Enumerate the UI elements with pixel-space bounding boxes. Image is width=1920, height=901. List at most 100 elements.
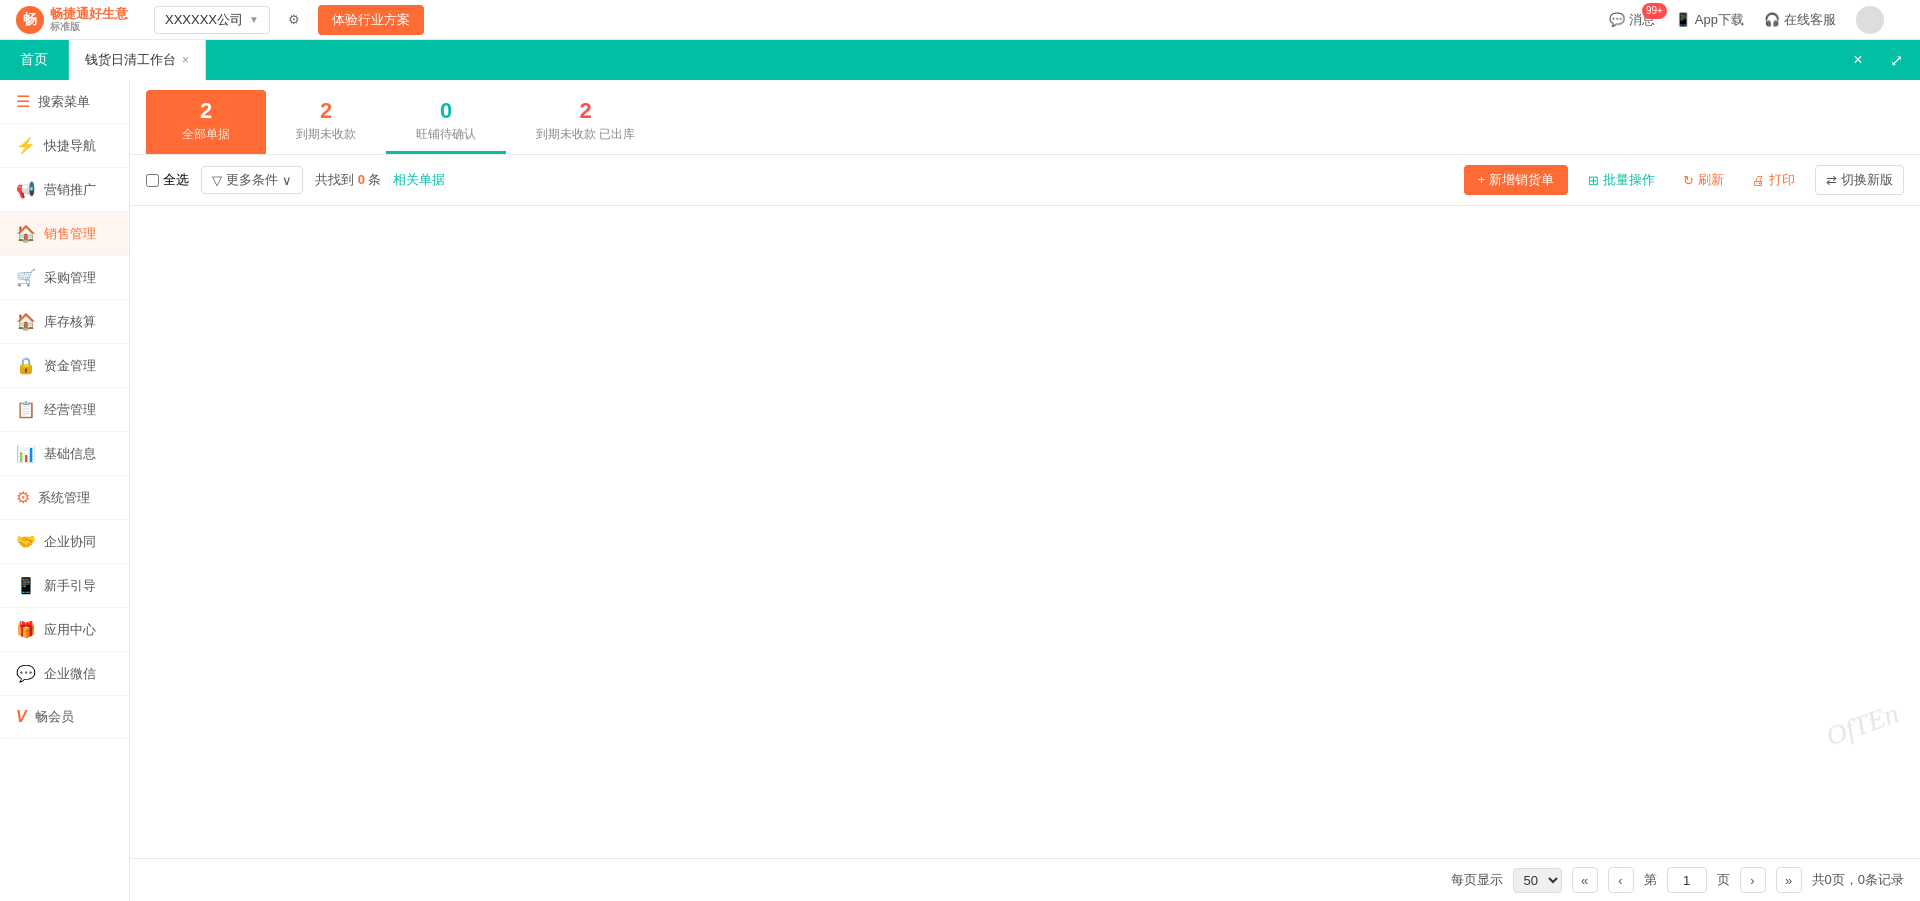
inventory-icon: 🏠 [16, 312, 36, 331]
logo-text: 畅捷通好生意 标准版 [50, 6, 128, 34]
next-page-button[interactable]: › [1740, 867, 1766, 893]
purchase-icon: 🛒 [16, 268, 36, 287]
sidebar-item-member[interactable]: V 畅会员 [0, 696, 129, 739]
sidebar-label-purchase: 采购管理 [44, 269, 96, 287]
table-area [130, 206, 1920, 858]
page-size-select[interactable]: 50 [1513, 868, 1562, 893]
operations-icon: 📋 [16, 400, 36, 419]
user-avatar[interactable] [1856, 6, 1884, 34]
page-size-label: 每页显示 [1451, 871, 1503, 889]
sidebar-item-wechat[interactable]: 💬 企业微信 [0, 652, 129, 696]
print-label: 打印 [1769, 171, 1795, 189]
app-label: App下载 [1695, 11, 1744, 29]
stat-label-all: 全部单据 [182, 126, 230, 143]
stat-label-overdue: 到期未收款 [296, 126, 356, 143]
page-number-input[interactable] [1667, 867, 1707, 893]
sidebar: ☰ 搜索菜单 ⚡ 快捷导航 📢 营销推广 🏠 销售管理 🛒 采购管理 🏠 库存核… [0, 80, 130, 901]
main-layout: ☰ 搜索菜单 ⚡ 快捷导航 📢 营销推广 🏠 销售管理 🛒 采购管理 🏠 库存核… [0, 80, 1920, 901]
app-download-button[interactable]: 📱 App下载 [1675, 11, 1744, 29]
experience-button[interactable]: 体验行业方案 [318, 5, 424, 35]
new-sale-button[interactable]: + 新增销货单 [1464, 165, 1568, 195]
tab-bar-controls: × ⤢ [1844, 46, 1920, 74]
company-dropdown-arrow: ▼ [249, 14, 259, 25]
refresh-button[interactable]: ↻ 刷新 [1675, 167, 1732, 193]
stat-tab-pending[interactable]: 0 旺铺待确认 [386, 90, 506, 154]
switch-new-version-button[interactable]: ⇄ 切换新版 [1815, 165, 1904, 195]
content-area: 2 全部单据 2 到期未收款 0 旺铺待确认 2 到期未收款 已出库 全选 [130, 80, 1920, 901]
online-service-button[interactable]: 🎧 在线客服 [1764, 11, 1836, 29]
toolbar: 全选 ▽ 更多条件 ∨ 共找到 0 条 相关单据 + 新增销货单 ⊞ 批 [130, 155, 1920, 206]
filter-arrow-icon: ∨ [282, 173, 292, 188]
first-page-button[interactable]: « [1572, 867, 1598, 893]
related-records-link[interactable]: 相关单据 [393, 171, 445, 189]
filter-button[interactable]: ▽ 更多条件 ∨ [201, 166, 303, 194]
tab-close-button[interactable]: × [182, 53, 189, 67]
tab-work-bench[interactable]: 钱货日清工作台 × [69, 40, 206, 80]
switch-label: 切换新版 [1841, 171, 1893, 189]
company-selector[interactable]: XXXXXX公司 ▼ [154, 6, 270, 34]
company-name: XXXXXX公司 [165, 11, 243, 29]
search-menu-icon: ☰ [16, 92, 30, 111]
sidebar-item-system[interactable]: ⚙ 系统管理 [0, 476, 129, 520]
sidebar-label-enterprise-coop: 企业协同 [44, 533, 96, 551]
sidebar-item-search-menu[interactable]: ☰ 搜索菜单 [0, 80, 129, 124]
sidebar-item-app-center[interactable]: 🎁 应用中心 [0, 608, 129, 652]
stat-num-pending: 0 [440, 98, 452, 124]
sidebar-label-inventory: 库存核算 [44, 313, 96, 331]
sidebar-label-marketing: 营销推广 [44, 181, 96, 199]
sidebar-label-guide: 新手引导 [44, 577, 96, 595]
sidebar-label-quick-nav: 快捷导航 [44, 137, 96, 155]
sidebar-item-operations[interactable]: 📋 经营管理 [0, 388, 129, 432]
footer-pagination: 每页显示 50 « ‹ 第 页 › » 共0页，0条记录 [130, 858, 1920, 901]
checkbox-input[interactable] [146, 174, 159, 187]
sidebar-label-wechat: 企业微信 [44, 665, 96, 683]
sidebar-item-quick-nav[interactable]: ⚡ 快捷导航 [0, 124, 129, 168]
settings-button[interactable]: ⚙ [280, 6, 308, 34]
tab-close-all-button[interactable]: × [1844, 46, 1872, 74]
stats-tabs: 2 全部单据 2 到期未收款 0 旺铺待确认 2 到期未收款 已出库 [130, 80, 1920, 155]
tab-expand-button[interactable]: ⤢ [1882, 46, 1910, 74]
tab-home[interactable]: 首页 [0, 40, 69, 80]
sidebar-item-enterprise-coop[interactable]: 🤝 企业协同 [0, 520, 129, 564]
top-header: 畅 畅捷通好生意 标准版 XXXXXX公司 ▼ ⚙ 体验行业方案 💬 消息 99… [0, 0, 1920, 40]
batch-operation-button[interactable]: ⊞ 批量操作 [1580, 167, 1663, 193]
app-center-icon: 🎁 [16, 620, 36, 639]
count-text: 共找到 0 条 [315, 171, 381, 189]
stat-tab-all[interactable]: 2 全部单据 [146, 90, 266, 154]
stat-label-out: 到期未收款 已出库 [536, 126, 635, 143]
wechat-icon: 💬 [16, 664, 36, 683]
marketing-icon: 📢 [16, 180, 36, 199]
sidebar-item-guide[interactable]: 📱 新手引导 [0, 564, 129, 608]
switch-icon: ⇄ [1826, 173, 1837, 188]
sidebar-item-inventory[interactable]: 🏠 库存核算 [0, 300, 129, 344]
stat-tab-out[interactable]: 2 到期未收款 已出库 [506, 90, 665, 154]
count-number: 0 [358, 172, 365, 187]
select-all-label: 全选 [163, 171, 189, 189]
stat-num-overdue: 2 [320, 98, 332, 124]
select-all-checkbox[interactable]: 全选 [146, 171, 189, 189]
stat-label-pending: 旺铺待确认 [416, 126, 476, 143]
sidebar-label-system: 系统管理 [38, 489, 90, 507]
prev-page-button[interactable]: ‹ [1608, 867, 1634, 893]
tab-label: 钱货日清工作台 [85, 51, 176, 69]
stat-tab-overdue[interactable]: 2 到期未收款 [266, 90, 386, 154]
app-icon: 📱 [1675, 12, 1691, 27]
logo-main-text: 畅捷通好生意 [50, 6, 128, 22]
sidebar-label-sales: 销售管理 [44, 225, 96, 243]
sales-icon: 🏠 [16, 224, 36, 243]
page-text2: 页 [1717, 871, 1730, 889]
sidebar-label-base-info: 基础信息 [44, 445, 96, 463]
sidebar-item-base-info[interactable]: 📊 基础信息 [0, 432, 129, 476]
member-icon: V [16, 708, 27, 726]
last-page-button[interactable]: » [1776, 867, 1802, 893]
total-records-text: 共0页，0条记录 [1812, 871, 1904, 889]
sidebar-item-purchase[interactable]: 🛒 采购管理 [0, 256, 129, 300]
sidebar-item-finance[interactable]: 🔒 资金管理 [0, 344, 129, 388]
sidebar-item-sales[interactable]: 🏠 销售管理 [0, 212, 129, 256]
message-button[interactable]: 💬 消息 99+ [1609, 11, 1655, 29]
print-button[interactable]: 🖨 打印 [1744, 167, 1803, 193]
sidebar-label-finance: 资金管理 [44, 357, 96, 375]
refresh-label: 刷新 [1698, 171, 1724, 189]
sidebar-label-member: 畅会员 [35, 708, 74, 726]
sidebar-item-marketing[interactable]: 📢 营销推广 [0, 168, 129, 212]
